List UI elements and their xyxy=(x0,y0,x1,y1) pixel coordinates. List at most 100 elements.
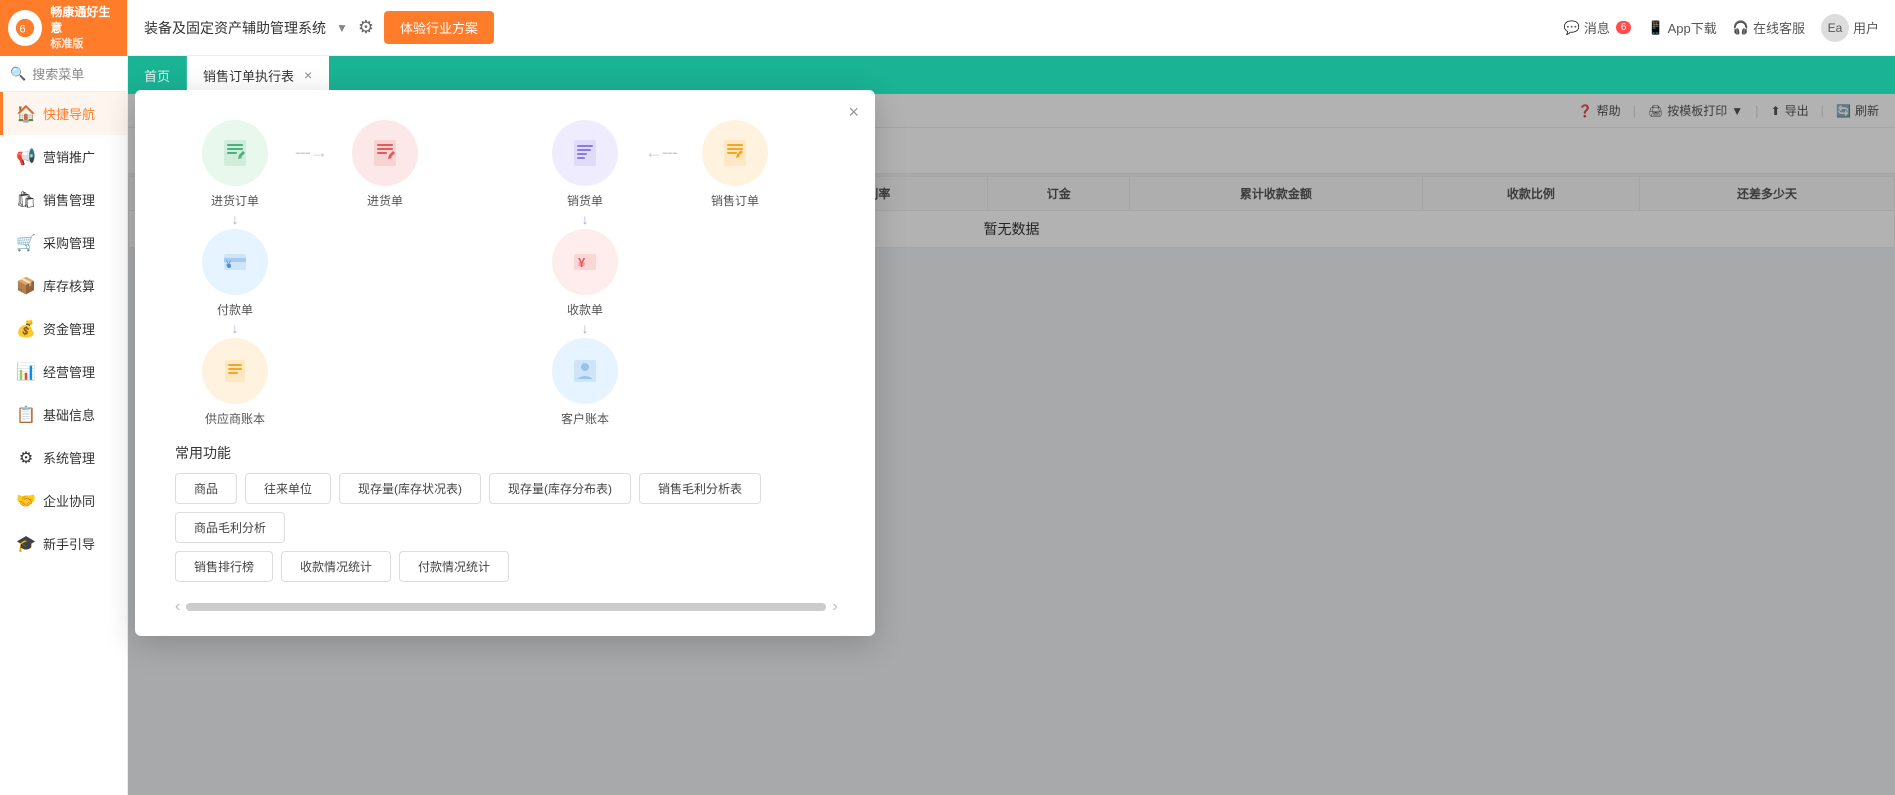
sales-order-icon xyxy=(702,120,768,186)
scroll-left-icon[interactable]: ‹ xyxy=(175,598,180,616)
flow-item-sales-bill[interactable]: 销货单 xyxy=(525,120,645,209)
fn-btn-goods-profit[interactable]: 商品毛利分析 xyxy=(175,512,285,543)
sidebar-item-sales[interactable]: 🛍 销售管理 xyxy=(0,178,127,221)
flow-item-payment[interactable]: ¥ 付款单 xyxy=(175,229,295,318)
flow-item-receipt[interactable]: ¥ 收款单 xyxy=(525,229,645,318)
arrow-h-2: ← - - - xyxy=(645,120,675,163)
sidebar-item-newbie[interactable]: 🎓 新手引导 xyxy=(0,522,127,565)
settings-icon[interactable]: ⚙ xyxy=(358,17,374,38)
customer-ledger-label: 客户账本 xyxy=(561,410,609,427)
sidebar-item-finance[interactable]: 💰 资金管理 xyxy=(0,307,127,350)
supplier-ledger-label: 供应商账本 xyxy=(205,410,265,427)
sidebar-item-purchase[interactable]: 🛒 采购管理 xyxy=(0,221,127,264)
sidebar-item-marketing[interactable]: 📢 营销推广 xyxy=(0,135,127,178)
arrow-h-1: - - - → xyxy=(295,120,325,163)
inventory-icon: 📦 xyxy=(17,277,35,295)
receipt-icon: ¥ xyxy=(552,229,618,295)
trial-button[interactable]: 体验行业方案 xyxy=(384,11,494,44)
scrollbar-thumb[interactable] xyxy=(186,603,826,611)
fn-btn-payout-stats[interactable]: 付款情况统计 xyxy=(399,551,509,582)
mid-left-flow-col: 进货单 xyxy=(325,120,445,209)
header-right: 💬 消息 6 📱 App下载 🎧 在线客服 Ea 用户 xyxy=(1564,14,1879,42)
app-download-button[interactable]: 📱 App下载 xyxy=(1647,18,1716,37)
arrow-down-3: ↓ xyxy=(582,211,589,227)
quick-nav-icon: 🏠 xyxy=(17,105,35,123)
user-menu[interactable]: Ea 用户 xyxy=(1821,14,1879,42)
flow-item-supplier-ledger[interactable]: 供应商账本 xyxy=(175,338,295,427)
header: 装备及固定资产辅助管理系统 ▼ ⚙ 体验行业方案 💬 消息 6 📱 App下载 … xyxy=(128,0,1895,56)
tab-sales-order-exec[interactable]: 销售订单执行表 × xyxy=(187,56,329,94)
fn-btn-contact[interactable]: 往来单位 xyxy=(245,473,331,504)
svg-text:¥: ¥ xyxy=(578,255,586,270)
supplier-ledger-icon xyxy=(202,338,268,404)
logo-text: 畅康通好生意 标准版 xyxy=(50,4,119,53)
receipt-label: 收款单 xyxy=(567,301,603,318)
sales-bill-label: 销货单 xyxy=(567,192,603,209)
arrow-down-1: ↓ xyxy=(232,211,239,227)
scrollbar-track xyxy=(186,603,826,611)
purchase-order-icon xyxy=(202,120,268,186)
sidebar-item-inventory[interactable]: 📦 库存核算 xyxy=(0,264,127,307)
sidebar-item-operations[interactable]: 📊 经营管理 xyxy=(0,350,127,393)
arrow-down-2: ↓ xyxy=(232,320,239,336)
basic-info-icon: 📋 xyxy=(17,406,35,424)
sales-order-label: 销售订单 xyxy=(711,192,759,209)
sales-bill-icon xyxy=(552,120,618,186)
popup-close-button[interactable]: × xyxy=(848,102,859,123)
operations-icon: 📊 xyxy=(17,363,35,381)
fn-btn-stock-status[interactable]: 现存量(库存状况表) xyxy=(339,473,481,504)
fn-btn-sales-ranking[interactable]: 销售排行榜 xyxy=(175,551,273,582)
purchase-icon: 🛒 xyxy=(17,234,35,252)
payment-icon: ¥ xyxy=(202,229,268,295)
flow-item-customer-ledger[interactable]: 客户账本 xyxy=(525,338,645,427)
flow-item-purchase-bill[interactable]: 进货单 xyxy=(325,120,445,209)
message-icon: 💬 xyxy=(1564,20,1580,36)
fn-btn-goods[interactable]: 商品 xyxy=(175,473,237,504)
system-icon: ⚙ xyxy=(17,449,35,467)
arrow-down-4: ↓ xyxy=(582,320,589,336)
marketing-icon: 📢 xyxy=(17,148,35,166)
svg-text:6: 6 xyxy=(20,24,26,36)
popup-scrollbar[interactable]: ‹ › xyxy=(175,598,835,616)
header-title: 装备及固定资产辅助管理系统 xyxy=(144,18,326,38)
left-flow-col: 进货订单 ↓ ¥ 付款单 ↓ 供应商账本 xyxy=(175,120,295,427)
flow-item-sales-order[interactable]: 销售订单 xyxy=(675,120,795,209)
header-dropdown-icon[interactable]: ▼ xyxy=(336,21,348,35)
purchase-order-label: 进货订单 xyxy=(211,192,259,209)
sidebar-search[interactable]: 🔍 搜索菜单 xyxy=(0,56,127,92)
purchase-bill-icon xyxy=(352,120,418,186)
fn-btn-payment-stats[interactable]: 收款情况统计 xyxy=(281,551,391,582)
header-left: 装备及固定资产辅助管理系统 ▼ ⚙ 体验行业方案 xyxy=(144,11,494,44)
phone-icon: 📱 xyxy=(1647,20,1663,36)
mid-right-flow-col: 销货单 ↓ ¥ 收款单 ↓ 客户账本 xyxy=(525,120,645,427)
customer-ledger-icon xyxy=(552,338,618,404)
flow-diagram: 进货订单 ↓ ¥ 付款单 ↓ 供应商账本 - - - → xyxy=(175,120,835,427)
tab-home[interactable]: 首页 xyxy=(128,56,187,94)
finance-icon: 💰 xyxy=(17,320,35,338)
tab-close-icon[interactable]: × xyxy=(304,67,312,83)
online-service-button[interactable]: 🎧 在线客服 xyxy=(1733,18,1805,37)
svg-text:¥: ¥ xyxy=(225,259,232,269)
sidebar-item-basic-info[interactable]: 📋 基础信息 xyxy=(0,393,127,436)
headset-icon: 🎧 xyxy=(1733,20,1749,36)
tabbar: 首页 销售订单执行表 × xyxy=(128,56,1895,94)
fn-btn-sales-profit[interactable]: 销售毛利分析表 xyxy=(639,473,761,504)
sidebar-item-quick-nav[interactable]: 🏠 快捷导航 xyxy=(0,92,127,135)
scroll-right-icon[interactable]: › xyxy=(832,598,837,616)
sales-icon: 🛍 xyxy=(17,191,35,209)
flow-item-purchase-order[interactable]: 进货订单 xyxy=(175,120,295,209)
sidebar-logo: 6 畅康通好生意 标准版 xyxy=(0,0,127,56)
message-button[interactable]: 💬 消息 6 xyxy=(1564,18,1632,37)
cooperation-icon: 🤝 xyxy=(17,492,35,510)
sidebar-item-system[interactable]: ⚙ 系统管理 xyxy=(0,436,127,479)
newbie-icon: 🎓 xyxy=(17,535,35,553)
function-buttons-row2: 销售排行榜 收款情况统计 付款情况统计 xyxy=(175,551,835,582)
search-icon: 🔍 xyxy=(10,66,26,82)
purchase-bill-label: 进货单 xyxy=(367,192,403,209)
fn-btn-stock-dist[interactable]: 现存量(库存分布表) xyxy=(489,473,631,504)
message-badge: 6 xyxy=(1616,21,1632,34)
sidebar-item-cooperation[interactable]: 🤝 企业协同 xyxy=(0,479,127,522)
logo-icon: 6 xyxy=(8,10,42,46)
common-fn-title: 常用功能 xyxy=(175,443,835,463)
payment-label: 付款单 xyxy=(217,301,253,318)
